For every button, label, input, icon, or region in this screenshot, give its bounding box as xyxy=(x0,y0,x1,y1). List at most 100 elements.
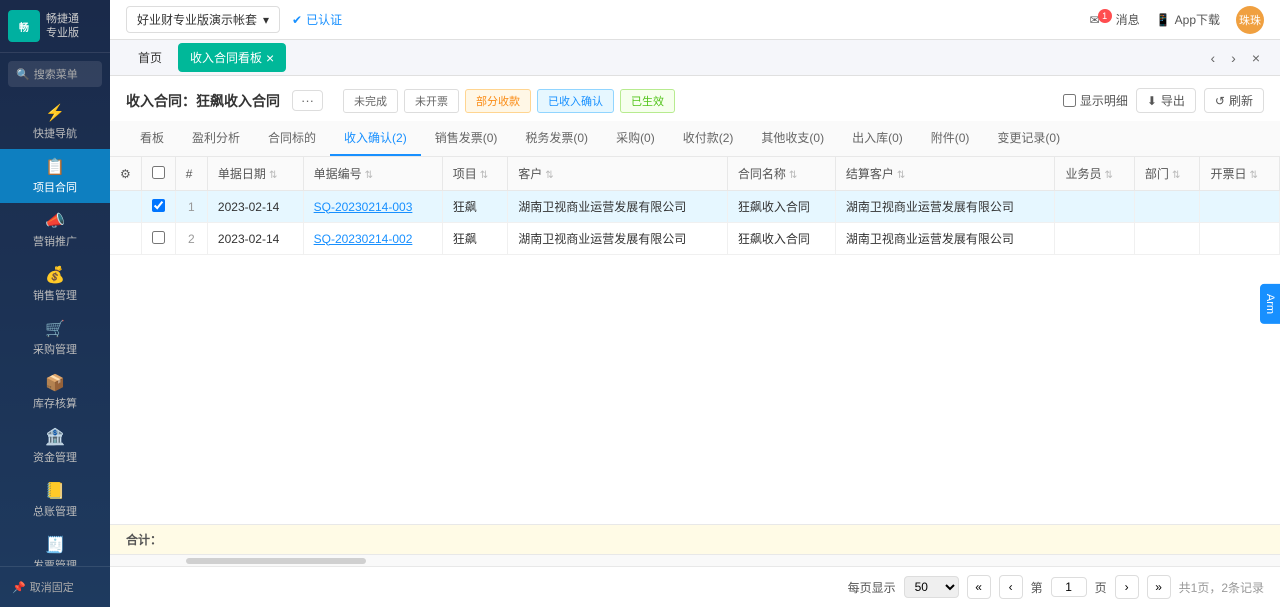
tab-home[interactable]: 首页 xyxy=(126,43,174,72)
col-checkbox[interactable] xyxy=(141,157,175,191)
nav-close-button[interactable]: × xyxy=(1248,48,1264,68)
capital-icon: 🏦 xyxy=(45,427,65,447)
first-page-button[interactable]: « xyxy=(967,575,991,599)
sales-icon: 💰 xyxy=(45,265,65,285)
nav-prev-button[interactable]: ‹ xyxy=(1206,48,1219,68)
sidebar-item-quick-nav[interactable]: ⚡ 快捷导航 xyxy=(0,95,110,149)
tab-income-confirm[interactable]: 收入确认(2) xyxy=(330,121,421,156)
sort-code-icon: ⇅ xyxy=(365,170,373,181)
row1-check[interactable] xyxy=(152,199,165,212)
status-incomplete[interactable]: 未完成 xyxy=(343,89,398,113)
prev-page-button[interactable]: ‹ xyxy=(999,575,1023,599)
sort-dept-icon: ⇅ xyxy=(1172,170,1180,181)
col-code[interactable]: 单据编号⇅ xyxy=(303,157,442,191)
status-confirmed[interactable]: 已收入确认 xyxy=(537,89,614,113)
sidebar-item-invoice[interactable]: 🧾 发票管理 xyxy=(0,527,110,566)
page-input[interactable] xyxy=(1051,577,1087,597)
right-float-button[interactable]: Arm xyxy=(1260,283,1280,323)
avatar: 珠珠 xyxy=(1236,6,1264,34)
table-row[interactable]: 2 2023-02-14 SQ-20230214-002 狂飙 湖南卫视商业运营… xyxy=(110,223,1280,255)
row1-final-customer: 湖南卫视商业运营发展有限公司 xyxy=(835,191,1055,223)
nav-next-button[interactable]: › xyxy=(1227,48,1240,68)
per-page-select[interactable]: 20 50 100 xyxy=(904,576,959,598)
row1-checkbox[interactable] xyxy=(141,191,175,223)
row2-contract-name: 狂飙收入合同 xyxy=(727,223,835,255)
row2-checkbox[interactable] xyxy=(141,223,175,255)
col-num: # xyxy=(175,157,207,191)
status-effective[interactable]: 已生效 xyxy=(620,89,675,113)
pin-icon: 📌 xyxy=(12,581,26,594)
row2-code-link[interactable]: SQ-20230214-002 xyxy=(314,232,413,246)
col-customer[interactable]: 客户⇅ xyxy=(508,157,728,191)
tab-close-icon[interactable]: × xyxy=(266,50,274,66)
tab-purchase[interactable]: 采购(0) xyxy=(602,121,669,156)
status-uninvoiced[interactable]: 未开票 xyxy=(404,89,459,113)
tab-income-contract[interactable]: 收入合同看板 × xyxy=(178,43,286,72)
content-area: 收入合同：狂飙收入合同 ··· 未完成 未开票 部分收款 已收入确认 已生效 显… xyxy=(110,76,1280,607)
tab-tax-invoice[interactable]: 税务发票(0) xyxy=(511,121,602,156)
col-settings[interactable]: ⚙ xyxy=(110,157,141,191)
data-table: ⚙ # 单据日期⇅ 单据编号⇅ 项目⇅ 客户⇅ 合同名称⇅ 结算客户⇅ 业务员⇅… xyxy=(110,157,1280,255)
page-unit: 页 xyxy=(1095,579,1107,596)
message-button[interactable]: ✉ 1 消息 xyxy=(1090,11,1140,28)
topbar: 好业财专业版演示帐套 ▾ ✔ 已认证 ✉ 1 消息 📱 App下载 珠珠 xyxy=(110,0,1280,40)
main-content: 好业财专业版演示帐套 ▾ ✔ 已认证 ✉ 1 消息 📱 App下载 珠珠 xyxy=(110,0,1280,607)
contract-title: 收入合同：狂飙收入合同 xyxy=(126,91,280,111)
per-page-label: 每页显示 xyxy=(848,579,896,596)
tab-kanban[interactable]: 看板 xyxy=(126,121,178,156)
show-detail-checkbox[interactable] xyxy=(1063,94,1076,107)
user-avatar[interactable]: 珠珠 xyxy=(1236,6,1264,34)
refresh-button[interactable]: ↺ 刷新 xyxy=(1204,88,1264,113)
tab-changes[interactable]: 变更记录(0) xyxy=(983,121,1074,156)
pin-button[interactable]: 📌 取消固定 xyxy=(8,575,102,599)
last-page-button[interactable]: » xyxy=(1147,575,1171,599)
more-button[interactable]: ··· xyxy=(292,90,323,111)
export-icon: ⬇ xyxy=(1147,94,1157,108)
search-menu-button[interactable]: 🔍 搜索菜单 xyxy=(8,61,102,87)
col-salesperson[interactable]: 业务员⇅ xyxy=(1055,157,1134,191)
sidebar-item-sales[interactable]: 💰 销售管理 xyxy=(0,257,110,311)
sidebar-item-inventory[interactable]: 📦 库存核算 xyxy=(0,365,110,419)
col-final-customer[interactable]: 结算客户⇅ xyxy=(835,157,1055,191)
tab-payment[interactable]: 收付款(2) xyxy=(669,121,748,156)
col-date[interactable]: 单据日期⇅ xyxy=(207,157,303,191)
sidebar-item-purchase[interactable]: 🛒 采购管理 xyxy=(0,311,110,365)
row2-open-date xyxy=(1200,223,1280,255)
app-download-button[interactable]: 📱 App下载 xyxy=(1156,11,1220,28)
horizontal-scrollbar[interactable] xyxy=(186,558,366,564)
row2-check[interactable] xyxy=(152,231,165,244)
row1-code-link[interactable]: SQ-20230214-003 xyxy=(314,200,413,214)
tab-out-in[interactable]: 出入库(0) xyxy=(838,121,917,156)
tab-profit[interactable]: 盈利分析 xyxy=(178,121,254,156)
sidebar-item-project[interactable]: 📋 项目合同 xyxy=(0,149,110,203)
tab-other-income[interactable]: 其他收支(0) xyxy=(747,121,838,156)
export-button[interactable]: ⬇ 导出 xyxy=(1136,88,1196,113)
row1-settings xyxy=(110,191,141,223)
sidebar-item-capital[interactable]: 🏦 资金管理 xyxy=(0,419,110,473)
col-open-date[interactable]: 开票日⇅ xyxy=(1200,157,1280,191)
company-selector[interactable]: 好业财专业版演示帐套 ▾ xyxy=(126,6,280,33)
status-partial[interactable]: 部分收款 xyxy=(465,89,531,113)
marketing-icon: 📣 xyxy=(45,211,65,231)
col-department[interactable]: 部门⇅ xyxy=(1134,157,1200,191)
tab-contract-std[interactable]: 合同标的 xyxy=(254,121,330,156)
company-dropdown-icon: ▾ xyxy=(263,13,269,27)
table-row[interactable]: 1 2023-02-14 SQ-20230214-003 狂飙 湖南卫视商业运营… xyxy=(110,191,1280,223)
page-total: 共1页，2条记录 xyxy=(1179,579,1264,596)
col-project[interactable]: 项目⇅ xyxy=(442,157,508,191)
row2-date: 2023-02-14 xyxy=(207,223,303,255)
show-detail-label[interactable]: 显示明细 xyxy=(1063,92,1128,109)
tab-attachments[interactable]: 附件(0) xyxy=(917,121,984,156)
row1-code[interactable]: SQ-20230214-003 xyxy=(303,191,442,223)
row2-customer: 湖南卫视商业运营发展有限公司 xyxy=(508,223,728,255)
inventory-icon: 📦 xyxy=(45,373,65,393)
select-all-checkbox[interactable] xyxy=(152,166,165,179)
sidebar-item-marketing[interactable]: 📣 营销推广 xyxy=(0,203,110,257)
sidebar-item-general[interactable]: 📒 总账管理 xyxy=(0,473,110,527)
row2-salesperson xyxy=(1055,223,1134,255)
col-contract-name[interactable]: 合同名称⇅ xyxy=(727,157,835,191)
notification-badge: 1 xyxy=(1098,9,1112,23)
next-page-button[interactable]: › xyxy=(1115,575,1139,599)
row2-code[interactable]: SQ-20230214-002 xyxy=(303,223,442,255)
tab-sales-invoice[interactable]: 销售发票(0) xyxy=(421,121,512,156)
